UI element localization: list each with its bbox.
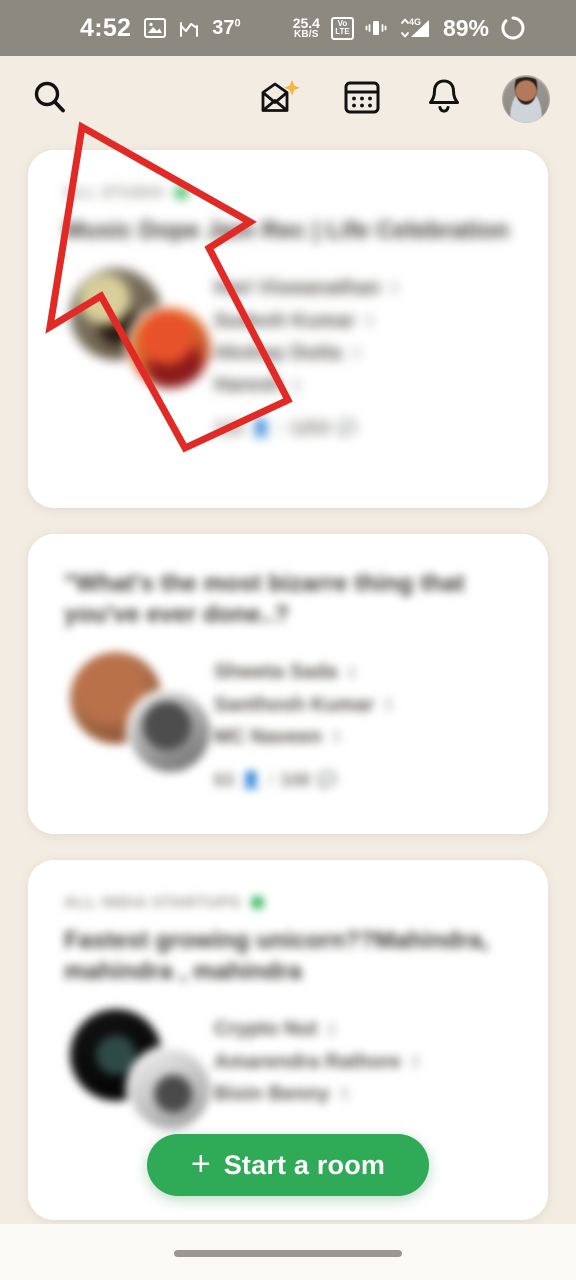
speaker-count: 1253 — [289, 417, 331, 438]
speaker-name: MC Naveen — [214, 721, 512, 753]
speaker-avatar — [126, 688, 214, 777]
notifications-button[interactable] — [420, 75, 468, 123]
room-feed[interactable]: ALL STUDIO Music Dope Jam Rec | Life Cel… — [0, 142, 576, 1266]
speaker-name: Sudesh Kumar — [214, 305, 512, 337]
speaker-name: Crypto Nut — [214, 1013, 512, 1045]
battery-percent: 89% — [442, 14, 489, 41]
room-stats: 63 👤 / 108 💬 — [214, 770, 512, 791]
stats-separator: / — [267, 769, 273, 790]
room-card-content: ALL INDIA STARTUPS Fastest growing unico… — [28, 860, 548, 1137]
speaker-list: Shweta Sada Santhosh Kumar MC Naveen 63 … — [214, 652, 512, 790]
avatar-image — [503, 76, 549, 123]
club-name: ALL INDIA STARTUPS — [64, 894, 242, 911]
mute-icon — [326, 1022, 338, 1037]
room-title: Fastest growing unicorn??Mahindra, mahin… — [64, 927, 489, 986]
header-actions — [256, 75, 550, 123]
stock-chart-icon — [179, 18, 199, 38]
status-clock: 4:52 — [80, 13, 132, 42]
stats-separator: / — [277, 417, 283, 438]
start-a-room-label: Start a room — [223, 1149, 386, 1180]
status-bar: 4:52 370 25.4 KB/S Vo LTE 4G 89% — [0, 0, 576, 56]
invite-envelope-sparkle-icon — [257, 76, 303, 123]
mute-icon — [346, 665, 358, 680]
club-name: ALL STUDIO — [64, 184, 165, 201]
speaker-name: Shweta Sada — [214, 656, 512, 688]
room-body: Shweta Sada Santhosh Kumar MC Naveen 63 … — [64, 652, 512, 790]
speech-bubble-icon: 💬 — [317, 772, 337, 790]
gesture-home-bar[interactable] — [174, 1250, 402, 1257]
speaker-avatars — [64, 1009, 214, 1137]
app-header — [0, 56, 576, 142]
speaker-avatars — [64, 652, 214, 780]
network-speed-indicator: 25.4 KB/S — [292, 15, 320, 40]
speaker-list: Crypto Nut Amarendra Rathore Bisin Benny — [214, 1009, 512, 1137]
speaker-name: Bisin Benny — [214, 1078, 512, 1110]
speaker-avatar — [126, 304, 214, 393]
room-title: Music Dope Jam Rec | Life Celebration — [64, 217, 510, 244]
speaker-name: Akshay Dutta — [214, 337, 512, 369]
club-row: ALL STUDIO — [64, 184, 512, 201]
profile-avatar[interactable] — [502, 75, 550, 123]
mute-icon — [338, 1087, 350, 1102]
room-stats: 122 👤 / 1253 💬 — [214, 418, 512, 439]
calendar-icon — [341, 76, 383, 123]
search-icon — [30, 77, 70, 122]
speaker-name: Haresh — [214, 369, 512, 401]
mute-icon — [350, 346, 363, 361]
mute-icon — [389, 281, 401, 296]
room-card[interactable]: ALL STUDIO Music Dope Jam Rec | Life Cel… — [28, 150, 548, 508]
image-icon — [144, 18, 167, 38]
status-temperature: 370 — [212, 16, 241, 39]
signal-bars-icon: 4G — [398, 17, 432, 39]
status-bar-right: 25.4 KB/S Vo LTE 4G 89% — [293, 15, 526, 42]
start-a-room-button[interactable]: + Start a room — [147, 1134, 429, 1196]
person-icon: 👤 — [251, 420, 271, 438]
battery-spinner-icon — [500, 15, 526, 41]
plus-icon: + — [190, 1144, 211, 1183]
room-card[interactable]: "What's the most bizarre thing that you'… — [28, 534, 548, 834]
phone-screen: 4:52 370 25.4 KB/S Vo LTE 4G 89% ALL STU… — [0, 0, 576, 1280]
speaker-name: Hari Viswanathan — [214, 272, 512, 304]
room-title: "What's the most bizarre thing that you'… — [64, 570, 465, 629]
mute-icon — [409, 1054, 421, 1069]
room-card-content: ALL STUDIO Music Dope Jam Rec | Life Cel… — [28, 150, 548, 439]
person-icon: 👤 — [241, 772, 261, 790]
volte-icon: Vo LTE — [330, 16, 354, 40]
room-body: Crypto Nut Amarendra Rathore Bisin Benny — [64, 1009, 512, 1137]
speech-bubble-icon: 💬 — [337, 420, 357, 438]
mute-icon — [330, 730, 343, 745]
mute-icon — [382, 697, 395, 712]
speaker-avatars — [64, 268, 214, 396]
status-bar-left: 4:52 370 — [80, 14, 241, 43]
live-dot-icon — [174, 186, 188, 199]
live-dot-icon — [251, 896, 265, 909]
calendar-button[interactable] — [338, 75, 386, 123]
invite-button[interactable] — [256, 75, 304, 123]
speaker-name: Santhosh Kumar — [214, 689, 512, 721]
speaker-list: Hari Viswanathan Sudesh Kumar Akshay Dut… — [214, 268, 512, 439]
speaker-avatar — [126, 1045, 214, 1134]
vibrate-icon — [365, 17, 387, 39]
mute-icon — [363, 313, 376, 328]
search-button[interactable] — [26, 75, 74, 123]
speaker-name: Amarendra Rathore — [214, 1046, 512, 1078]
speaker-count: 108 — [279, 769, 311, 790]
room-body: Hari Viswanathan Sudesh Kumar Akshay Dut… — [64, 268, 512, 439]
mute-icon — [290, 378, 303, 393]
club-row: ALL INDIA STARTUPS — [64, 894, 512, 911]
room-card-content: "What's the most bizarre thing that you'… — [28, 534, 548, 791]
listener-count: 122 — [214, 417, 245, 438]
bell-icon — [423, 76, 465, 123]
listener-count: 63 — [214, 769, 235, 790]
svg-text:4G: 4G — [409, 17, 421, 27]
